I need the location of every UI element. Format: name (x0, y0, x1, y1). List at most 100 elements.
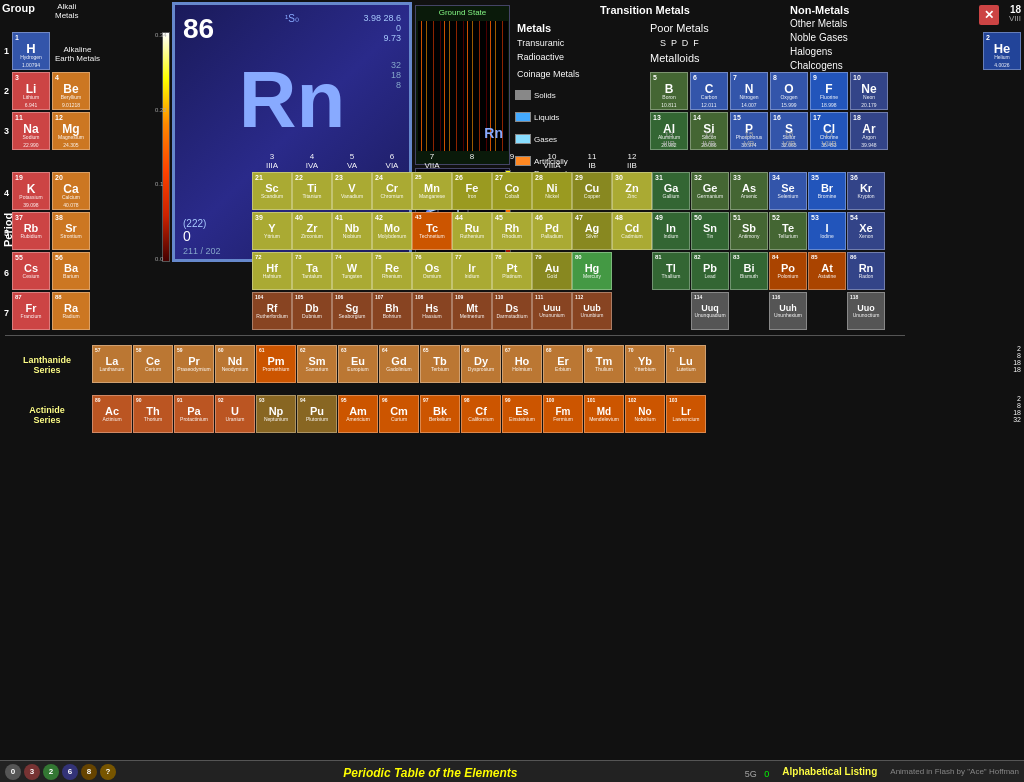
element-Au[interactable]: 79AuGold (532, 252, 572, 290)
element-Pm[interactable]: 61PmPromethium (256, 345, 296, 383)
close-button[interactable]: ✕ (979, 5, 999, 25)
element-Rh[interactable]: 45RhRhodium (492, 212, 532, 250)
element-W[interactable]: 74WTungsten (332, 252, 372, 290)
element-Y[interactable]: 39YYttrium (252, 212, 292, 250)
element-Yb[interactable]: 70YbYtterbium (625, 345, 665, 383)
element-Ni[interactable]: 28NiNickel (532, 172, 572, 210)
element-Mo[interactable]: 42MoMolybdenum (372, 212, 412, 250)
element-Uub[interactable]: 112UubUnunbium (572, 292, 612, 330)
element-Kr[interactable]: 36KrKrypton (847, 172, 885, 210)
element-Ru[interactable]: 44RuRuthenium (452, 212, 492, 250)
element-Ta[interactable]: 73TaTantalum (292, 252, 332, 290)
nav-circle-6[interactable]: 6 (62, 764, 78, 780)
element-Pu[interactable]: 94PuPlutonium (297, 395, 337, 433)
element-Re[interactable]: 75ReRhenium (372, 252, 412, 290)
element-Co[interactable]: 27CoCobalt (492, 172, 532, 210)
element-Sn[interactable]: 50SnTin (691, 212, 729, 250)
element-Te[interactable]: 52TeTellurium (769, 212, 807, 250)
element-Sb[interactable]: 51SbAntimony (730, 212, 768, 250)
element-Cm[interactable]: 96CmCurium (379, 395, 419, 433)
element-Eu[interactable]: 63EuEuropium (338, 345, 378, 383)
element-Sm[interactable]: 62SmSamarium (297, 345, 337, 383)
element-Mt[interactable]: 109MtMeitnerium (452, 292, 492, 330)
element-Pb[interactable]: 82PbLead (691, 252, 729, 290)
element-Hf[interactable]: 72HfHafnium (252, 252, 292, 290)
element-Ge[interactable]: 32GeGermanium (691, 172, 729, 210)
nav-circle-0[interactable]: 0 (5, 764, 21, 780)
element-Ga[interactable]: 31GaGallium (652, 172, 690, 210)
element-Ir[interactable]: 77IrIridium (452, 252, 492, 290)
nav-circle-3[interactable]: 3 (24, 764, 40, 780)
element-Uuu[interactable]: 111UuuUnununium (532, 292, 572, 330)
element-Ti[interactable]: 22TiTitanium (292, 172, 332, 210)
element-Ba[interactable]: 56BaBarium (52, 252, 90, 290)
element-C[interactable]: 6CCarbon12.011 (690, 72, 728, 110)
element-Ac[interactable]: 89AcActinium (92, 395, 132, 433)
element-Gd[interactable]: 64GdGadolinium (379, 345, 419, 383)
element-Er[interactable]: 68ErErbium (543, 345, 583, 383)
element-Pa[interactable]: 91PaProtactinium (174, 395, 214, 433)
element-Os[interactable]: 76OsOsmium (412, 252, 452, 290)
element-Br[interactable]: 35BrBromine (808, 172, 846, 210)
element-Na[interactable]: 11NaSodium22.990 (12, 112, 50, 150)
element-Np[interactable]: 93NpNeptunium (256, 395, 296, 433)
element-Tl[interactable]: 81TlThallium (652, 252, 690, 290)
element-Ds[interactable]: 110DsDarmstadtium (492, 292, 532, 330)
element-Mn[interactable]: 25MnManganese (412, 172, 452, 210)
element-In[interactable]: 49InIndium (652, 212, 690, 250)
element-Pd[interactable]: 46PdPalladium (532, 212, 572, 250)
element-Mg[interactable]: 12MgMagnesium24.305 (52, 112, 90, 150)
element-Be[interactable]: 4BeBeryllium9.01218 (52, 72, 90, 110)
element-Ar[interactable]: 18ArArgon39.948 (850, 112, 888, 150)
element-Ag[interactable]: 47AgSilver (572, 212, 612, 250)
element-Hs[interactable]: 108HsHassium (412, 292, 452, 330)
element-Pr[interactable]: 59PrPraseodymium (174, 345, 214, 383)
element-Lu[interactable]: 71LuLutetium (666, 345, 706, 383)
element-Sr[interactable]: 38SrStrontium (52, 212, 90, 250)
element-Po[interactable]: 84PoPolonium (769, 252, 807, 290)
element-Zn[interactable]: 30ZnZinc (612, 172, 652, 210)
element-Cf[interactable]: 98CfCalifornium (461, 395, 501, 433)
element-Nd[interactable]: 60NdNeodymium (215, 345, 255, 383)
element-H[interactable]: 1HHydrogen1.00794 (12, 32, 50, 70)
element-Se[interactable]: 34SeSelenium (769, 172, 807, 210)
element-Bh[interactable]: 107BhBohrium (372, 292, 412, 330)
element-Hg[interactable]: 80HgMercury (572, 252, 612, 290)
alphabetical-link[interactable]: Alphabetical Listing (782, 766, 877, 777)
element-F[interactable]: 9FFluorine18.998 (810, 72, 848, 110)
element-Es[interactable]: 99EsEinsteinium (502, 395, 542, 433)
element-As[interactable]: 33AsArsenic (730, 172, 768, 210)
element-Cu[interactable]: 29CuCopper (572, 172, 612, 210)
element-Bk[interactable]: 97BkBerkelium (420, 395, 460, 433)
element-Tc[interactable]: 43TcTechnetium (412, 212, 452, 250)
element-B[interactable]: 5BBoron10.811 (650, 72, 688, 110)
element-Rn[interactable]: 86RnRadon (847, 252, 885, 290)
element-Li[interactable]: 3LiLithium6.941 (12, 72, 50, 110)
element-No[interactable]: 102NoNobelium (625, 395, 665, 433)
element-Fm[interactable]: 100FmFermium (543, 395, 583, 433)
element-N[interactable]: 7NNitrogen14.007 (730, 72, 768, 110)
element-Sc[interactable]: 21ScScandium (252, 172, 292, 210)
element-Dy[interactable]: 66DyDysprosium (461, 345, 501, 383)
element-Cs[interactable]: 55CsCesium (12, 252, 50, 290)
element-Tm[interactable]: 69TmThulium (584, 345, 624, 383)
nav-circle-8[interactable]: 8 (81, 764, 97, 780)
element-Ca[interactable]: 20CaCalcium40.078 (52, 172, 90, 210)
element-Lr[interactable]: 103LrLawrencium (666, 395, 706, 433)
element-Cr[interactable]: 24CrChromium (372, 172, 412, 210)
nav-circle-q[interactable]: ? (100, 764, 116, 780)
element-Tb[interactable]: 65TbTerbium (420, 345, 460, 383)
element-Uuh[interactable]: 116UuhUnunhexium (769, 292, 807, 330)
element-Uuo[interactable]: 118UuoUnunoctium (847, 292, 885, 330)
element-I[interactable]: 53IIodine (808, 212, 846, 250)
element-Th[interactable]: 90ThThorium (133, 395, 173, 433)
element-Ra[interactable]: 88RaRadium (52, 292, 90, 330)
element-Ne[interactable]: 10NeNeon20.179 (850, 72, 888, 110)
element-K[interactable]: 19KPotassium39.098 (12, 172, 50, 210)
element-Fr[interactable]: 87FrFrancium (12, 292, 50, 330)
element-O[interactable]: 8OOxygen15.999 (770, 72, 808, 110)
element-Am[interactable]: 95AmAmericium (338, 395, 378, 433)
element-Fe[interactable]: 26FeIron (452, 172, 492, 210)
element-Sg[interactable]: 106SgSeaborgium (332, 292, 372, 330)
element-V[interactable]: 23VVanadium (332, 172, 372, 210)
